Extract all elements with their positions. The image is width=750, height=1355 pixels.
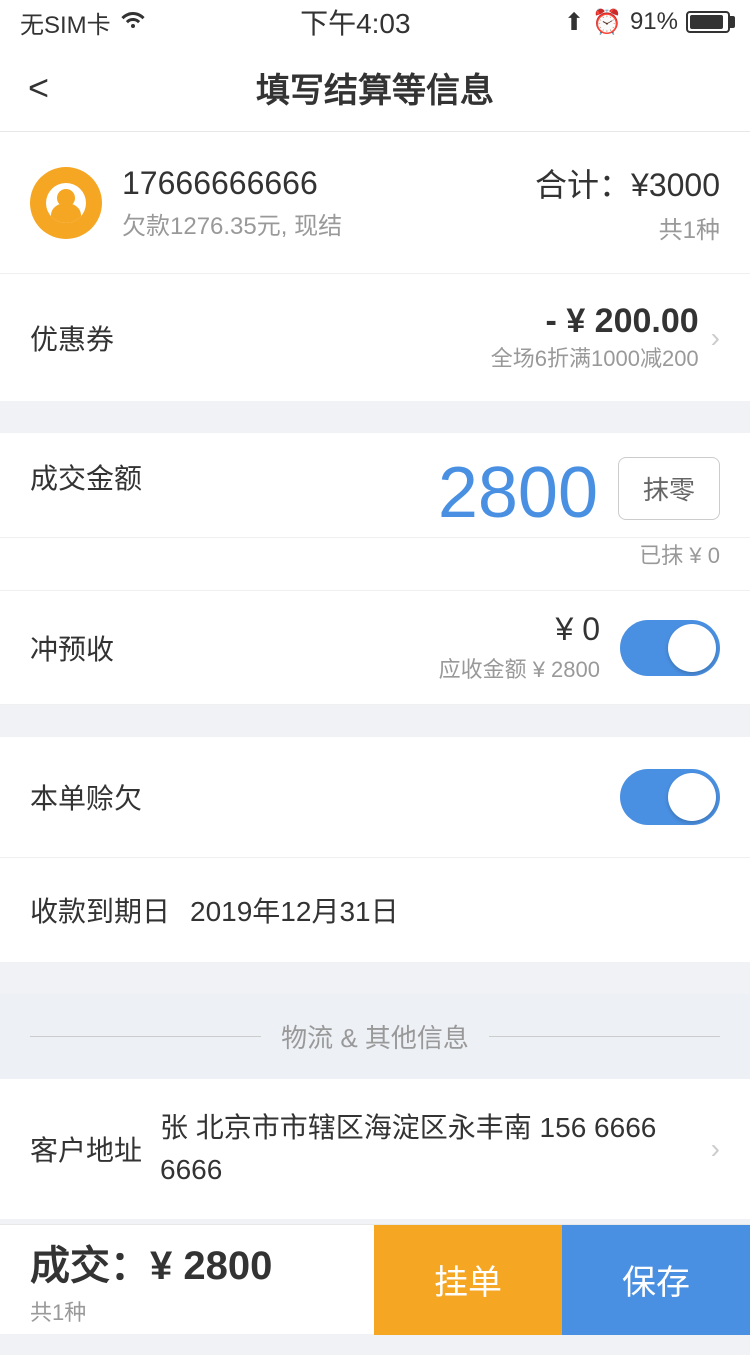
prepay-sub: 应收金额 ¥ 2800 — [439, 652, 600, 684]
logistics-line-right — [489, 1036, 720, 1037]
bottom-deal-label: 成交： — [30, 1244, 150, 1288]
page-title: 填写结算等信息 — [256, 63, 494, 112]
address-label: 客户地址 — [30, 1129, 160, 1169]
avatar — [30, 167, 102, 239]
credit-toggle-knob — [668, 773, 716, 821]
prepay-right: ¥ 0 应收金额 ¥ 2800 — [190, 611, 600, 684]
due-date-row: 收款到期日 2019年12月31日 — [0, 857, 750, 962]
bottom-summary: 成交：¥ 2800 共1种 — [0, 1233, 374, 1327]
prepay-toggle[interactable] — [620, 620, 720, 676]
bottom-deal-line: 成交：¥ 2800 — [30, 1233, 344, 1291]
back-button[interactable]: < — [28, 67, 49, 109]
prepay-amount: ¥ 0 — [556, 611, 600, 648]
save-button[interactable]: 保存 — [562, 1225, 750, 1335]
logistics-text: 物流 & 其他信息 — [281, 1018, 469, 1055]
coupon-row[interactable]: 优惠券 - ¥ 200.00 全场6折满1000减200 › — [0, 273, 750, 401]
deal-amount-value-area: 2800 抹零 — [190, 457, 720, 529]
status-bar: 无SIM卡 下午4:03 ⬆ ⏰ 91% — [0, 0, 750, 44]
customer-info: 17666666666 欠款1276.35元, 现结 — [122, 165, 535, 241]
coupon-right: - ¥ 200.00 全场6折满1000减200 › — [491, 302, 720, 373]
bottom-bar: 成交：¥ 2800 共1种 挂单 保存 — [0, 1224, 750, 1334]
total-value: ¥3000 — [631, 167, 720, 203]
due-date-label: 收款到期日 — [30, 890, 170, 930]
nav-bar: < 填写结算等信息 — [0, 44, 750, 132]
toggle-knob — [668, 624, 716, 672]
coupon-label: 优惠券 — [30, 318, 114, 358]
total-label: 合计： — [535, 167, 631, 203]
prepay-row: 冲预收 ¥ 0 应收金额 ¥ 2800 — [0, 591, 750, 705]
alarm-icon: ⏰ — [592, 8, 622, 37]
battery-percent: 91% — [630, 8, 678, 36]
status-left: 无SIM卡 — [20, 5, 147, 40]
divider-2 — [0, 721, 750, 737]
credit-section: 本单赊欠 收款到期日 2019年12月31日 — [0, 737, 750, 962]
prepay-label: 冲预收 — [30, 628, 190, 668]
coupon-desc: 全场6折满1000减200 — [491, 341, 699, 373]
divider-1 — [0, 417, 750, 433]
chevron-right-icon: › — [711, 322, 720, 354]
logistics-line-left — [30, 1036, 261, 1037]
due-date-value: 2019年12月31日 — [190, 890, 399, 930]
total-sub: 共1种 — [535, 210, 720, 245]
deal-amount-row: 成交金额 2800 抹零 — [0, 433, 750, 538]
coupon-discount: - ¥ 200.00 — [491, 302, 699, 341]
address-value: 张 北京市市辖区海淀区永丰南 156 6666 6666 — [160, 1107, 699, 1191]
address-row[interactable]: 客户地址 张 北京市市辖区海淀区永丰南 156 6666 6666 › — [0, 1079, 750, 1219]
logistics-divider: 物流 & 其他信息 — [0, 994, 750, 1079]
total-amount: 合计：¥3000 — [535, 160, 720, 206]
credit-row: 本单赊欠 — [0, 737, 750, 857]
deal-amount-section: 成交金额 2800 抹零 已抹 ¥ 0 冲预收 ¥ 0 应收金额 ¥ 2800 — [0, 433, 750, 705]
status-right: ⬆ ⏰ 91% — [564, 8, 730, 37]
carrier-text: 无SIM卡 — [20, 5, 111, 40]
round-btn[interactable]: 抹零 — [618, 457, 720, 520]
customer-subtext: 欠款1276.35元, 现结 — [122, 206, 535, 241]
round-subtext: 已抹 ¥ 0 — [639, 543, 720, 568]
address-chevron-icon: › — [711, 1133, 720, 1165]
customer-section: 17666666666 欠款1276.35元, 现结 合计：¥3000 共1种 … — [0, 132, 750, 401]
battery-icon — [686, 11, 730, 33]
bottom-deal-amount: ¥ 2800 — [150, 1244, 272, 1288]
customer-phone: 17666666666 — [122, 165, 535, 202]
customer-row: 17666666666 欠款1276.35元, 现结 合计：¥3000 共1种 — [0, 132, 750, 273]
credit-toggle[interactable] — [620, 769, 720, 825]
pending-button[interactable]: 挂单 — [374, 1225, 562, 1335]
bottom-count: 共1种 — [30, 1295, 344, 1327]
address-section: 客户地址 张 北京市市辖区海淀区永丰南 156 6666 6666 › — [0, 1079, 750, 1219]
status-time: 下午4:03 — [300, 2, 411, 42]
deal-amount-label: 成交金额 — [30, 457, 190, 497]
deal-amount-value: 2800 — [438, 457, 598, 529]
location-icon: ⬆ — [564, 8, 584, 37]
credit-label: 本单赊欠 — [30, 777, 190, 817]
customer-total: 合计：¥3000 共1种 — [535, 160, 720, 245]
avatar-icon — [46, 183, 86, 223]
divider-3 — [0, 978, 750, 994]
wifi-icon — [119, 8, 147, 36]
